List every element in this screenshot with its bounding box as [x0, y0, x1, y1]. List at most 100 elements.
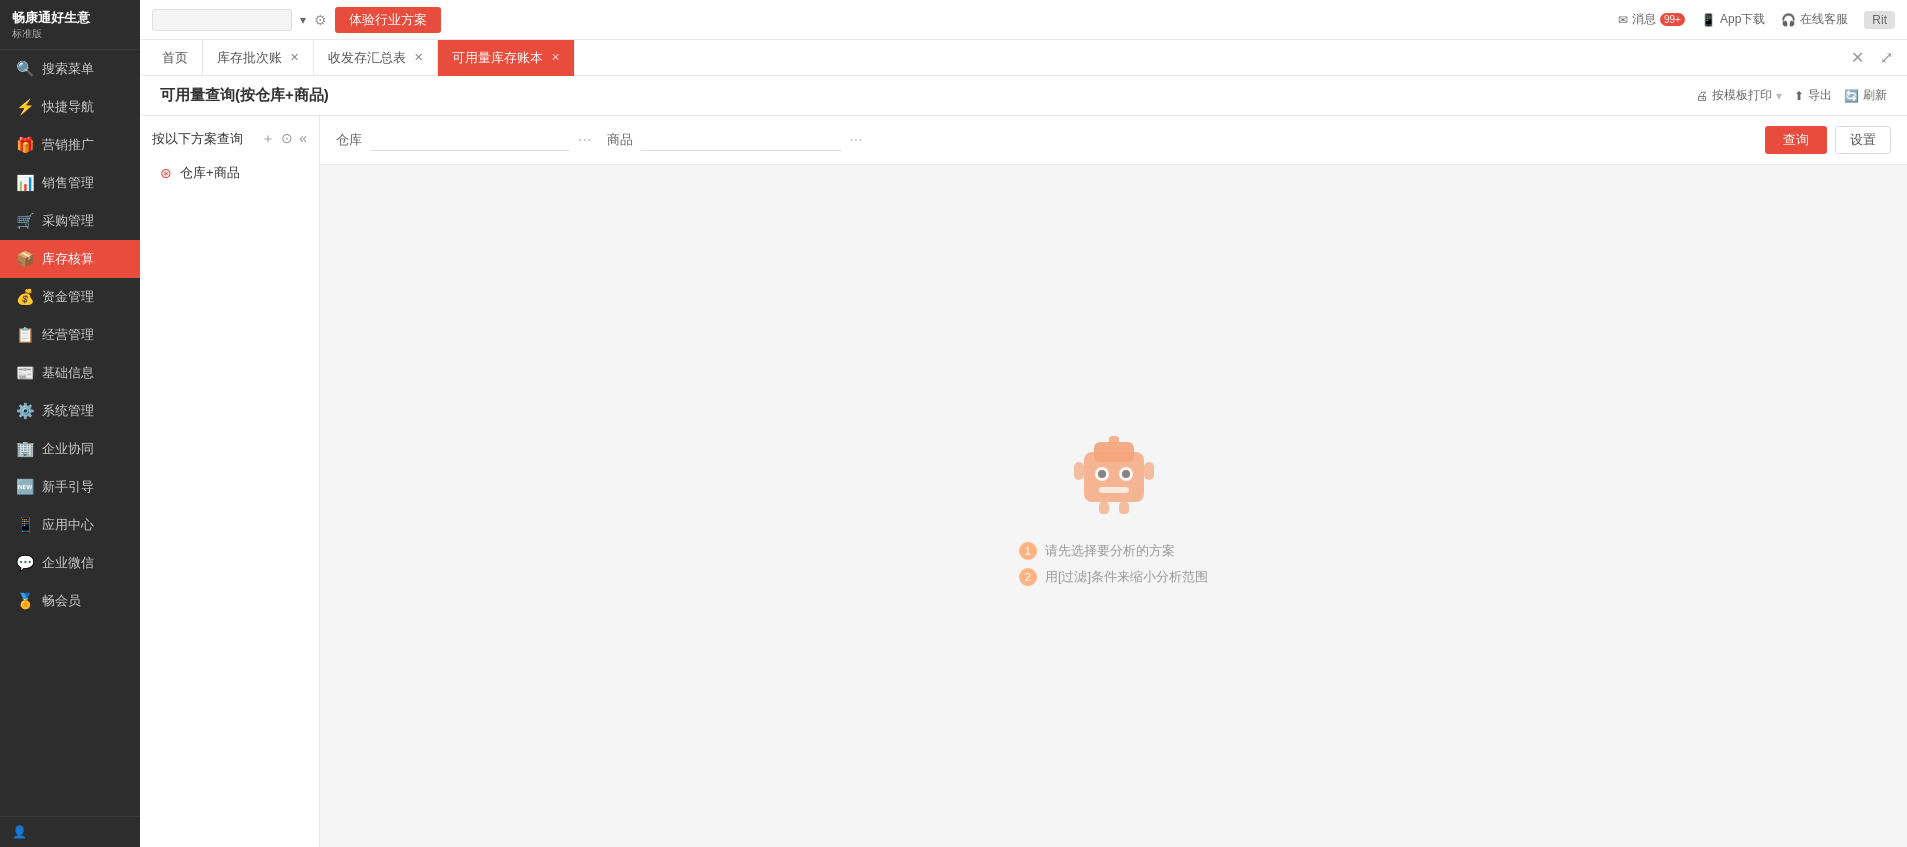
topbar-gear-icon[interactable]: ⚙ [314, 12, 327, 28]
online-service-button[interactable]: 🎧 在线客服 [1781, 11, 1848, 28]
trial-industry-button[interactable]: 体验行业方案 [335, 7, 441, 33]
tab-batch-account-close[interactable]: ✕ [290, 51, 299, 64]
tab-home-label: 首页 [162, 49, 188, 67]
sidebar-item-inventory[interactable]: 📦 库存核算 [0, 240, 140, 278]
app-icon: 📱 [1701, 13, 1716, 27]
search-icon: 🔍 [16, 60, 34, 78]
app-download-button[interactable]: 📱 App下载 [1701, 11, 1765, 28]
sidebar-item-apps[interactable]: 📱 应用中心 [0, 506, 140, 544]
sidebar-item-wechat[interactable]: 💬 企业微信 [0, 544, 140, 582]
tip-text-2: 用[过滤]条件来缩小分析范围 [1045, 564, 1208, 590]
page-title: 可用量查询(按仓库+商品) [160, 86, 329, 105]
tab-available-stock[interactable]: 可用量库存账本 ✕ [438, 40, 575, 76]
left-panel-title: 按以下方案查询 [152, 130, 243, 148]
goods-filter-label: 商品 [607, 131, 633, 149]
sidebar-item-label: 新手引导 [42, 478, 94, 496]
warehouse-filter-label: 仓库 [336, 131, 362, 149]
system-icon: ⚙️ [16, 402, 34, 420]
query-button[interactable]: 查询 [1765, 126, 1827, 154]
empty-state-illustration [1064, 422, 1164, 522]
tip-item-1: 1 请先选择要分析的方案 [1019, 538, 1208, 564]
member-icon: 🏅 [16, 592, 34, 610]
service-label: 在线客服 [1800, 11, 1848, 28]
svg-rect-7 [1074, 462, 1084, 480]
filter-actions: 查询 设置 [1765, 126, 1891, 154]
sidebar-item-enterprise[interactable]: 🏢 企业协同 [0, 430, 140, 468]
app-label: App下载 [1720, 11, 1765, 28]
purchase-icon: 🛒 [16, 212, 34, 230]
svg-rect-9 [1099, 502, 1109, 514]
topbar-right: ✉ 消息 99+ 📱 App下载 🎧 在线客服 Rit [1618, 11, 1895, 29]
print-icon: 🖨 [1696, 89, 1708, 103]
print-template-button[interactable]: 🖨 按模板打印 ▾ [1696, 87, 1782, 104]
sidebar-item-basic[interactable]: 📰 基础信息 [0, 354, 140, 392]
finance-icon: 💰 [16, 288, 34, 306]
goods-filter-input[interactable] [641, 129, 841, 151]
sidebar-item-purchase[interactable]: 🛒 采购管理 [0, 202, 140, 240]
tip-num-2: 2 [1019, 568, 1037, 586]
enterprise-icon: 🏢 [16, 440, 34, 458]
sidebar-item-label: 应用中心 [42, 516, 94, 534]
sidebar: 畅康通好生意 标准版 🔍 搜索菜单 ⚡ 快捷导航 🎁 营销推广 📊 销售管理 🛒… [0, 0, 140, 847]
collapse-panel-icon[interactable]: « [299, 130, 307, 148]
tab-maximize-icon[interactable]: ⤢ [1874, 46, 1899, 69]
sidebar-item-system[interactable]: ⚙️ 系统管理 [0, 392, 140, 430]
tab-available-stock-close[interactable]: ✕ [551, 51, 560, 64]
topbar-dropdown-icon[interactable]: ▾ [300, 13, 306, 27]
message-button[interactable]: ✉ 消息 99+ [1618, 11, 1685, 28]
apps-icon: 📱 [16, 516, 34, 534]
main-area: ▾ ⚙ 体验行业方案 ✉ 消息 99+ 📱 App下载 🎧 在线客服 Rit 首… [140, 0, 1907, 847]
tabbar: 首页 库存批次账 ✕ 收发存汇总表 ✕ 可用量库存账本 ✕ ✕ ⤢ [140, 40, 1907, 76]
sidebar-item-label: 资金管理 [42, 288, 94, 306]
right-main: 仓库 ··· 商品 ··· 查询 设置 [320, 116, 1907, 847]
sidebar-item-marketing[interactable]: 🎁 营销推广 [0, 126, 140, 164]
content-area: 按以下方案查询 ＋ ⊙ « ⊛ 仓库+商品 仓库 ··· [140, 116, 1907, 847]
scheme-label: 仓库+商品 [180, 164, 240, 182]
topbar: ▾ ⚙ 体验行业方案 ✉ 消息 99+ 📱 App下载 🎧 在线客服 Rit [140, 0, 1907, 40]
goods-filter-more-icon[interactable]: ··· [849, 131, 862, 149]
warehouse-filter-more-icon[interactable]: ··· [578, 131, 591, 149]
message-badge: 99+ [1660, 13, 1685, 26]
add-scheme-icon[interactable]: ＋ [261, 130, 275, 148]
tab-home[interactable]: 首页 [148, 40, 203, 76]
sidebar-item-finance[interactable]: 💰 资金管理 [0, 278, 140, 316]
settings-scheme-icon[interactable]: ⊙ [281, 130, 293, 148]
empty-state-tips: 1 请先选择要分析的方案 2 用[过滤]条件来缩小分析范围 [1019, 538, 1208, 590]
warehouse-filter-input[interactable] [370, 129, 570, 151]
sidebar-nav: 🔍 搜索菜单 ⚡ 快捷导航 🎁 营销推广 📊 销售管理 🛒 采购管理 📦 库存核… [0, 50, 140, 816]
sidebar-item-quick-nav[interactable]: ⚡ 快捷导航 [0, 88, 140, 126]
sidebar-item-label: 采购管理 [42, 212, 94, 230]
sidebar-item-operation[interactable]: 📋 经营管理 [0, 316, 140, 354]
left-panel: 按以下方案查询 ＋ ⊙ « ⊛ 仓库+商品 [140, 116, 320, 847]
scheme-warehouse-goods[interactable]: ⊛ 仓库+商品 [140, 156, 319, 190]
refresh-button[interactable]: 🔄 刷新 [1844, 87, 1887, 104]
tab-receive-summary-close[interactable]: ✕ [414, 51, 423, 64]
warehouse-filter-field: 仓库 ··· [336, 129, 591, 151]
goods-filter-field: 商品 ··· [607, 129, 862, 151]
sidebar-item-label: 企业协同 [42, 440, 94, 458]
tab-batch-account-label: 库存批次账 [217, 49, 282, 67]
sidebar-item-label: 销售管理 [42, 174, 94, 192]
tab-batch-account[interactable]: 库存批次账 ✕ [203, 40, 314, 76]
topbar-search-input[interactable] [152, 9, 292, 31]
settings-button[interactable]: 设置 [1835, 126, 1891, 154]
sidebar-item-label: 企业微信 [42, 554, 94, 572]
tab-close-all-icon[interactable]: ✕ [1845, 46, 1870, 69]
export-button[interactable]: ⬆ 导出 [1794, 87, 1832, 104]
sidebar-item-search[interactable]: 🔍 搜索菜单 [0, 50, 140, 88]
sidebar-item-label: 营销推广 [42, 136, 94, 154]
operation-icon: 📋 [16, 326, 34, 344]
user-avatar[interactable]: Rit [1864, 11, 1895, 29]
sidebar-bottom-user[interactable]: 👤 [12, 825, 27, 839]
message-icon: ✉ [1618, 13, 1628, 27]
logo-title: 畅康通好生意 [12, 10, 128, 27]
svg-rect-11 [1109, 436, 1119, 444]
sidebar-item-guide[interactable]: 🆕 新手引导 [0, 468, 140, 506]
svg-point-5 [1122, 470, 1130, 478]
sidebar-bottom: 👤 [0, 816, 140, 847]
basic-icon: 📰 [16, 364, 34, 382]
sidebar-item-sales[interactable]: 📊 销售管理 [0, 164, 140, 202]
tab-receive-summary[interactable]: 收发存汇总表 ✕ [314, 40, 438, 76]
sidebar-item-member[interactable]: 🏅 畅会员 [0, 582, 140, 620]
svg-rect-8 [1144, 462, 1154, 480]
